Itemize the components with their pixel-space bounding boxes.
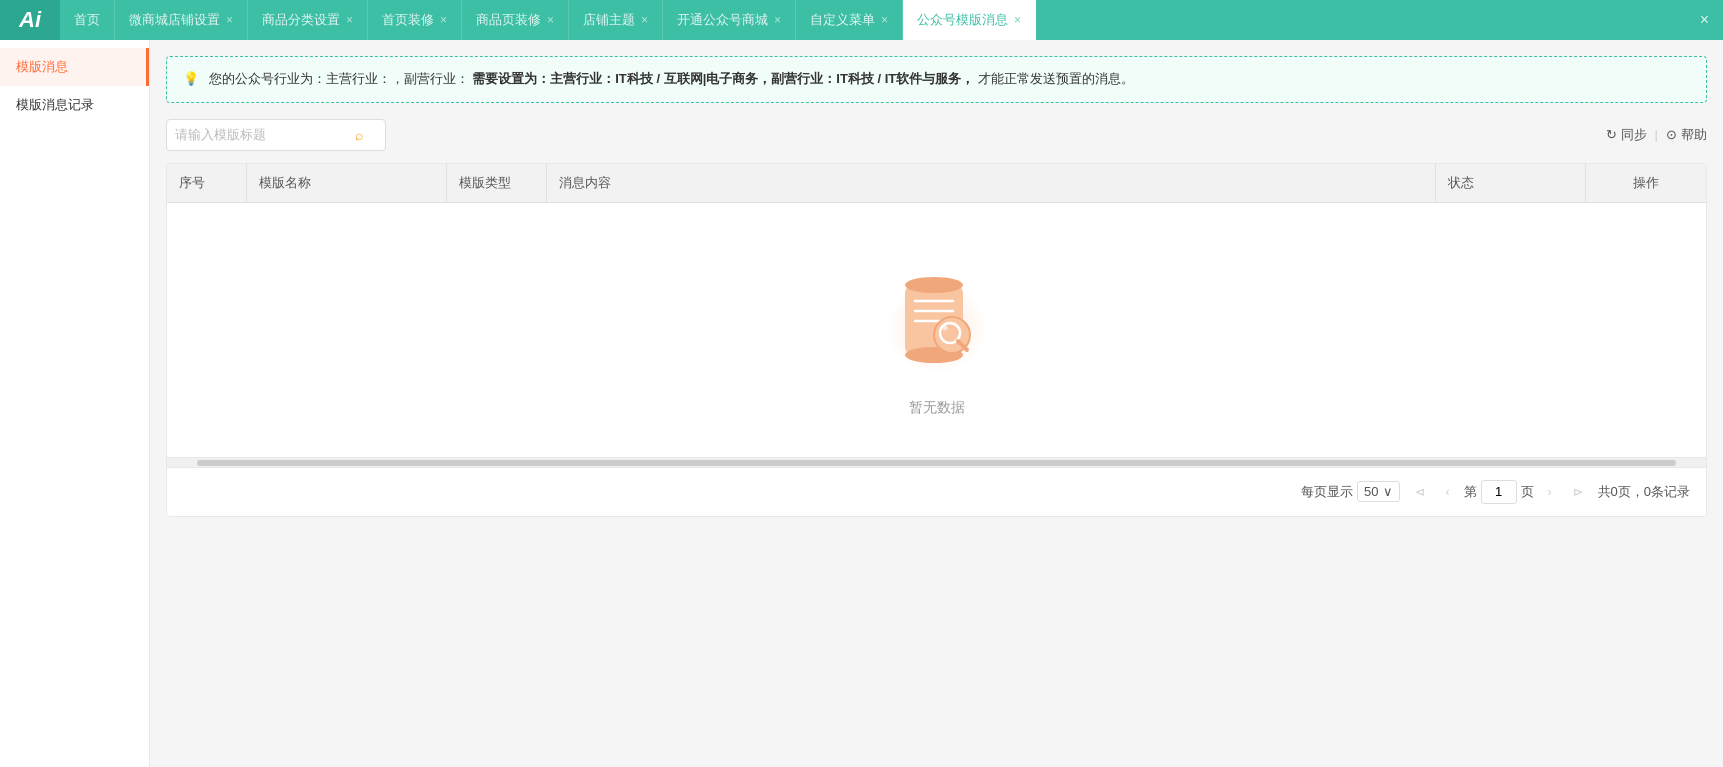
total-info: 共0页，0条记录 (1598, 483, 1690, 501)
close-tab-shop-theme[interactable]: × (641, 13, 648, 27)
close-tab-custom-menu[interactable]: × (881, 13, 888, 27)
page-label: 第 (1464, 483, 1477, 501)
help-icon: ⊙ (1666, 127, 1677, 142)
empty-text: 暂无数据 (909, 399, 965, 417)
page-size-value: 50 (1364, 484, 1378, 499)
horizontal-scrollbar[interactable] (167, 457, 1706, 467)
help-button[interactable]: ⊙ 帮助 (1666, 126, 1707, 144)
content-area: 💡 您的公众号行业为：主营行业：，副营行业： 需要设置为：主营行业：IT科技 /… (150, 40, 1723, 767)
sidebar-item-template-msg[interactable]: 模版消息 (0, 48, 149, 86)
sync-button[interactable]: ↻ 同步 (1606, 126, 1647, 144)
nav-tab-open-mall[interactable]: 开通公众号商城× (663, 0, 796, 40)
col-header-action: 操作 (1586, 164, 1706, 202)
per-page-label: 每页显示 (1301, 483, 1353, 501)
search-bar: ⌕ ↻ 同步 | ⊙ 帮助 (166, 119, 1707, 151)
close-tab-homepage-decor[interactable]: × (440, 13, 447, 27)
sidebar: 模版消息模版消息记录 (0, 40, 150, 767)
dropdown-icon: ∨ (1383, 484, 1393, 499)
toolbar-right: ↻ 同步 | ⊙ 帮助 (1606, 126, 1707, 144)
empty-state: 暂无数据 (167, 203, 1706, 457)
last-page-button[interactable]: ⊳ (1566, 480, 1590, 504)
nav-tab-category[interactable]: 商品分类设置× (248, 0, 368, 40)
table-header: 序号 模版名称 模版类型 消息内容 状态 操作 (167, 164, 1706, 203)
notice-highlight: 需要设置为：主营行业：IT科技 / 互联网|电子商务，副营行业：IT科技 / I… (472, 71, 974, 86)
col-header-status: 状态 (1436, 164, 1586, 202)
close-tab-open-mall[interactable]: × (774, 13, 781, 27)
nav-tab-homepage-decor[interactable]: 首页装修× (368, 0, 462, 40)
nav-tab-home[interactable]: 首页 (60, 0, 115, 40)
nav-tab-template-msg[interactable]: 公众号模版消息× (903, 0, 1036, 40)
page-navigation: ⊲ ‹ 第 页 › ⊳ (1408, 480, 1590, 504)
notice-suffix: 才能正常发送预置的消息。 (978, 71, 1134, 86)
svg-point-2 (905, 277, 963, 293)
pagination: 每页显示 50 ∨ ⊲ ‹ 第 页 › ⊳ 共0页，0条记录 (167, 467, 1706, 516)
close-all-button[interactable]: × (1686, 11, 1723, 29)
toolbar-divider: | (1655, 127, 1658, 142)
help-label: 帮助 (1681, 126, 1707, 144)
search-icon[interactable]: ⌕ (355, 127, 363, 143)
close-tab-weshop[interactable]: × (226, 13, 233, 27)
col-header-type: 模版类型 (447, 164, 547, 202)
page-suffix: 页 (1521, 483, 1534, 501)
page-size-dropdown[interactable]: 50 ∨ (1357, 481, 1399, 502)
first-page-button[interactable]: ⊲ (1408, 480, 1432, 504)
close-tab-template-msg[interactable]: × (1014, 13, 1021, 27)
notice-box: 💡 您的公众号行业为：主营行业：，副营行业： 需要设置为：主营行业：IT科技 /… (166, 56, 1707, 103)
sync-icon: ↻ (1606, 127, 1617, 142)
nav-tab-shop-theme[interactable]: 店铺主题× (569, 0, 663, 40)
nav-tab-weshop[interactable]: 微商城店铺设置× (115, 0, 248, 40)
scrollbar-thumb (197, 460, 1676, 466)
table-container: 序号 模版名称 模版类型 消息内容 状态 操作 (166, 163, 1707, 517)
search-input[interactable] (175, 127, 355, 142)
brand-logo: Ai (0, 0, 60, 40)
svg-point-10 (942, 325, 947, 330)
nav-tab-product-decor[interactable]: 商品页装修× (462, 0, 569, 40)
main-layout: 模版消息模版消息记录 💡 您的公众号行业为：主营行业：，副营行业： 需要设置为：… (0, 40, 1723, 767)
prev-page-button[interactable]: ‹ (1436, 480, 1460, 504)
nav-tab-custom-menu[interactable]: 自定义菜单× (796, 0, 903, 40)
col-header-content: 消息内容 (547, 164, 1436, 202)
notice-icon: 💡 (183, 71, 199, 86)
col-header-name: 模版名称 (247, 164, 447, 202)
notice-prefix: 您的公众号行业为：主营行业：，副营行业： (209, 71, 469, 86)
close-tab-product-decor[interactable]: × (547, 13, 554, 27)
search-input-wrap: ⌕ (166, 119, 386, 151)
page-number-input[interactable] (1481, 480, 1517, 504)
close-tab-category[interactable]: × (346, 13, 353, 27)
top-navigation: Ai 首页微商城店铺设置×商品分类设置×首页装修×商品页装修×店铺主题×开通公众… (0, 0, 1723, 40)
empty-illustration (877, 263, 997, 383)
sidebar-item-template-record[interactable]: 模版消息记录 (0, 86, 149, 124)
next-page-button[interactable]: › (1538, 480, 1562, 504)
page-size-select: 每页显示 50 ∨ (1301, 481, 1399, 502)
col-header-seq: 序号 (167, 164, 247, 202)
sync-label: 同步 (1621, 126, 1647, 144)
